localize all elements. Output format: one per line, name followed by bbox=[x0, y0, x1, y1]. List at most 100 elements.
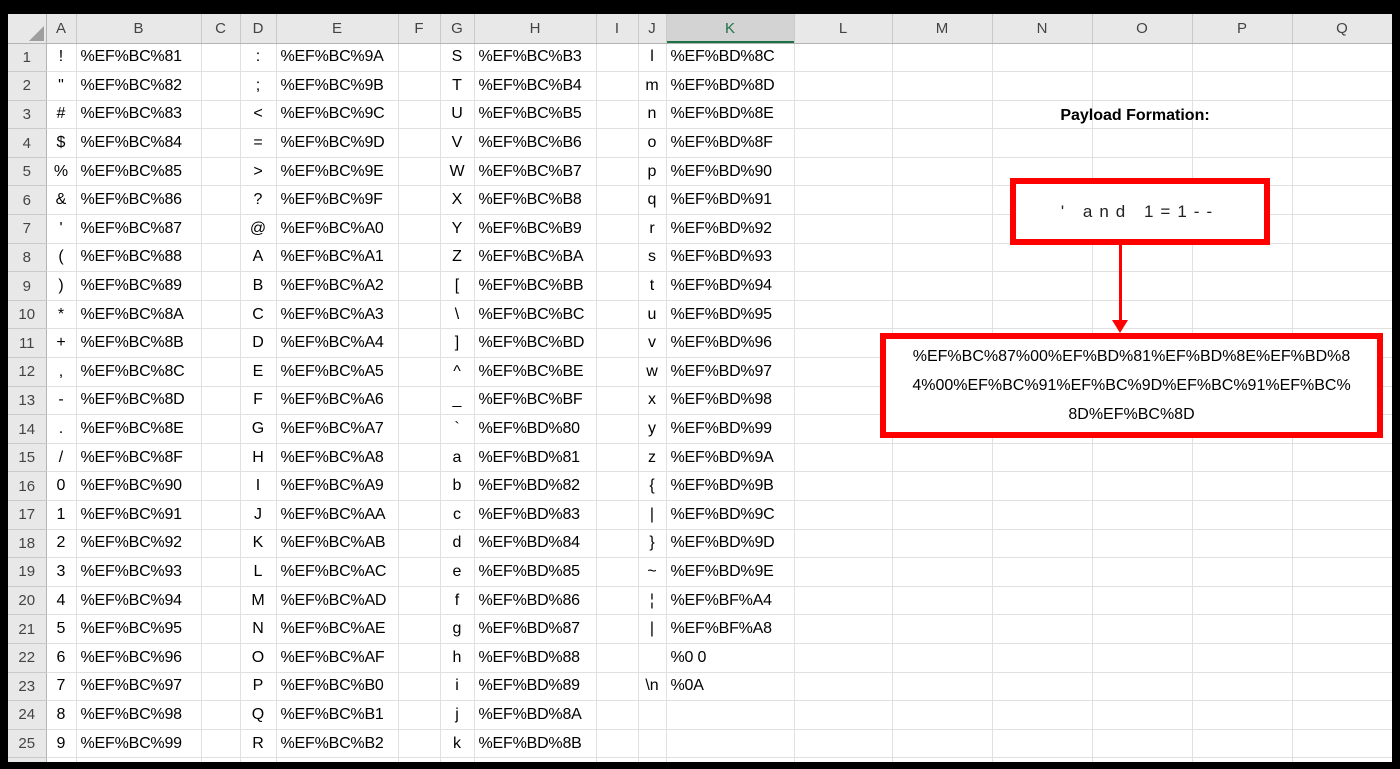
cell-B12[interactable]: %EF%BC%8C bbox=[76, 357, 202, 387]
row-header-13[interactable]: 13 bbox=[8, 386, 47, 416]
cell-L10[interactable] bbox=[794, 300, 893, 330]
cell-F9[interactable] bbox=[398, 271, 441, 301]
cell-K18[interactable]: %EF%BD%9D bbox=[666, 529, 795, 559]
cell-A2[interactable]: " bbox=[46, 71, 77, 101]
cell-G23[interactable]: i bbox=[440, 672, 475, 702]
cell-P4[interactable] bbox=[1192, 128, 1293, 158]
cell-H6[interactable]: %EF%BC%B8 bbox=[474, 185, 597, 216]
cell-L22[interactable] bbox=[794, 643, 893, 673]
cell-C8[interactable] bbox=[201, 243, 241, 273]
cell-M15[interactable] bbox=[892, 443, 993, 473]
column-header-P[interactable]: P bbox=[1192, 14, 1293, 44]
cell-Q21[interactable] bbox=[1292, 614, 1392, 644]
row-header-24[interactable]: 24 bbox=[8, 700, 47, 730]
cell-C1[interactable] bbox=[201, 43, 241, 73]
cell-F11[interactable] bbox=[398, 328, 441, 359]
cell-M2[interactable] bbox=[892, 71, 993, 101]
cell-M20[interactable] bbox=[892, 586, 993, 616]
cell-C12[interactable] bbox=[201, 357, 241, 387]
cell-A6[interactable]: & bbox=[46, 185, 77, 216]
cell-O19[interactable] bbox=[1092, 557, 1193, 587]
cell-M21[interactable] bbox=[892, 614, 993, 644]
cell-L6[interactable] bbox=[794, 185, 893, 216]
cell-C21[interactable] bbox=[201, 614, 241, 644]
cell-I15[interactable] bbox=[596, 443, 639, 473]
cell-A1[interactable]: ! bbox=[46, 43, 77, 73]
cell-O1[interactable] bbox=[1092, 43, 1193, 73]
cell-F18[interactable] bbox=[398, 529, 441, 559]
cell-H8[interactable]: %EF%BC%BA bbox=[474, 243, 597, 273]
cell-M10[interactable] bbox=[892, 300, 993, 330]
row-header-1[interactable]: 1 bbox=[8, 43, 47, 73]
cell-I11[interactable] bbox=[596, 328, 639, 359]
cell-M4[interactable] bbox=[892, 128, 993, 158]
cell-I21[interactable] bbox=[596, 614, 639, 644]
cell-G12[interactable]: ^ bbox=[440, 357, 475, 387]
cell-J18[interactable]: } bbox=[638, 529, 667, 559]
cell-A10[interactable]: * bbox=[46, 300, 77, 330]
cell-E13[interactable]: %EF%BC%A6 bbox=[276, 386, 399, 416]
cell-H1[interactable]: %EF%BC%B3 bbox=[474, 43, 597, 73]
cell-M16[interactable] bbox=[892, 471, 993, 501]
cell-P19[interactable] bbox=[1192, 557, 1293, 587]
cell-I23[interactable] bbox=[596, 672, 639, 702]
cell-C15[interactable] bbox=[201, 443, 241, 473]
cell-H11[interactable]: %EF%BC%BD bbox=[474, 328, 597, 359]
cell-G2[interactable]: T bbox=[440, 71, 475, 101]
cell-C5[interactable] bbox=[201, 157, 241, 187]
cell-G20[interactable]: f bbox=[440, 586, 475, 616]
cell-E1[interactable]: %EF%BC%9A bbox=[276, 43, 399, 73]
cell-J23[interactable]: \n bbox=[638, 672, 667, 702]
cell-E2[interactable]: %EF%BC%9B bbox=[276, 71, 399, 101]
cell-L8[interactable] bbox=[794, 243, 893, 273]
cell-A14[interactable]: . bbox=[46, 414, 77, 444]
cell-F25[interactable] bbox=[398, 729, 441, 759]
row-header-18[interactable]: 18 bbox=[8, 529, 47, 559]
cell-I24[interactable] bbox=[596, 700, 639, 730]
cell-P25[interactable] bbox=[1192, 729, 1293, 759]
cell-I10[interactable] bbox=[596, 300, 639, 330]
plain-payload-shape[interactable]: ' and 1=1-- bbox=[1010, 178, 1270, 245]
cell-H7[interactable]: %EF%BC%B9 bbox=[474, 214, 597, 244]
column-header-F[interactable]: F bbox=[398, 14, 441, 44]
column-header-K[interactable]: K bbox=[666, 14, 795, 44]
cell-E15[interactable]: %EF%BC%A8 bbox=[276, 443, 399, 473]
cell-L11[interactable] bbox=[794, 328, 893, 359]
cell-O9[interactable] bbox=[1092, 271, 1193, 301]
cell-J22[interactable] bbox=[638, 643, 667, 673]
cell-F24[interactable] bbox=[398, 700, 441, 730]
cell-N10[interactable] bbox=[992, 300, 1093, 330]
cell-D20[interactable]: M bbox=[240, 586, 277, 616]
cell-K11[interactable]: %EF%BD%96 bbox=[666, 328, 795, 359]
cell-H15[interactable]: %EF%BD%81 bbox=[474, 443, 597, 473]
cell-H17[interactable]: %EF%BD%83 bbox=[474, 500, 597, 530]
cell-M1[interactable] bbox=[892, 43, 993, 73]
cell-K16[interactable]: %EF%BD%9B bbox=[666, 471, 795, 501]
cell-A11[interactable]: + bbox=[46, 328, 77, 359]
cell-O23[interactable] bbox=[1092, 672, 1193, 702]
cell-H25[interactable]: %EF%BD%8B bbox=[474, 729, 597, 759]
cell-I9[interactable] bbox=[596, 271, 639, 301]
cell-F15[interactable] bbox=[398, 443, 441, 473]
select-all-button[interactable] bbox=[8, 14, 47, 44]
row-header-14[interactable]: 14 bbox=[8, 414, 47, 444]
cell-J25[interactable] bbox=[638, 729, 667, 759]
cell-L9[interactable] bbox=[794, 271, 893, 301]
cell-F22[interactable] bbox=[398, 643, 441, 673]
cell-K5[interactable]: %EF%BD%90 bbox=[666, 157, 795, 187]
cell-K6[interactable]: %EF%BD%91 bbox=[666, 185, 795, 216]
cell-C13[interactable] bbox=[201, 386, 241, 416]
cell-D3[interactable]: < bbox=[240, 100, 277, 130]
column-header-N[interactable]: N bbox=[992, 14, 1093, 44]
cell-H2[interactable]: %EF%BC%B4 bbox=[474, 71, 597, 101]
cell-P9[interactable] bbox=[1192, 271, 1293, 301]
cell-J15[interactable]: z bbox=[638, 443, 667, 473]
cell-C18[interactable] bbox=[201, 529, 241, 559]
row-header-6[interactable]: 6 bbox=[8, 185, 47, 216]
column-header-O[interactable]: O bbox=[1092, 14, 1193, 44]
cell-N4[interactable] bbox=[992, 128, 1093, 158]
cell-N15[interactable] bbox=[992, 443, 1093, 473]
cell-G5[interactable]: W bbox=[440, 157, 475, 187]
cell-I18[interactable] bbox=[596, 529, 639, 559]
cell-N19[interactable] bbox=[992, 557, 1093, 587]
